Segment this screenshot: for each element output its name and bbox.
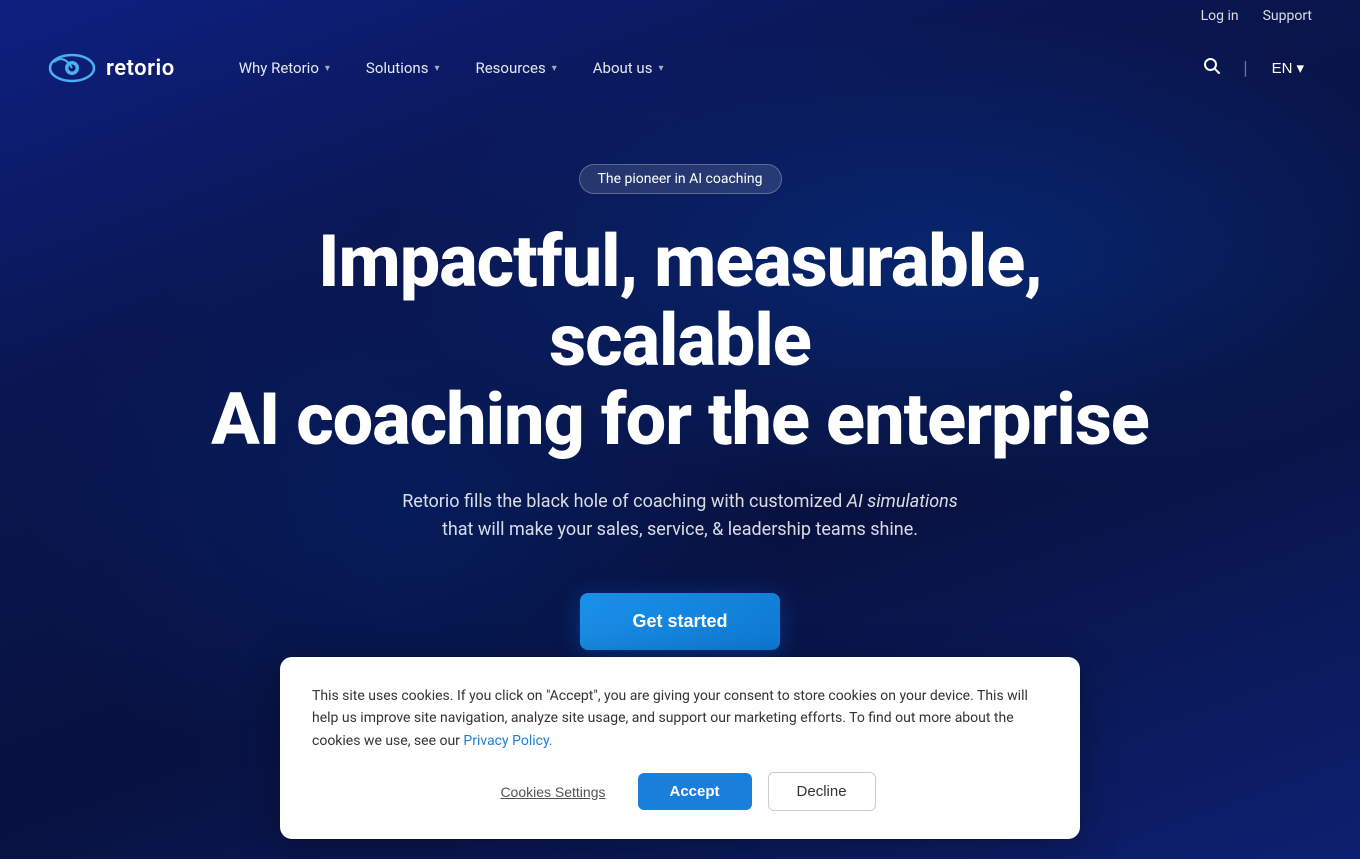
nav-item-solutions[interactable]: Solutions ▾ — [350, 51, 456, 85]
cookie-text: This site uses cookies. If you click on … — [312, 685, 1048, 752]
search-button[interactable] — [1197, 51, 1227, 86]
search-icon — [1203, 57, 1221, 75]
decline-button[interactable]: Decline — [768, 772, 876, 811]
chevron-down-icon: ▾ — [325, 63, 330, 74]
hero-headline: Impactful, measurable, scalable AI coach… — [180, 222, 1180, 460]
nav-right: | EN ▾ — [1197, 51, 1312, 86]
hero-subtext-suffix: that will make your sales, service, & le… — [442, 519, 918, 540]
hero-subtext-prefix: Retorio fills the black hole of coaching… — [402, 491, 847, 512]
chevron-down-icon: ▾ — [658, 63, 663, 74]
nav-item-resources[interactable]: Resources ▾ — [459, 51, 572, 85]
cookie-text-prefix: This site uses cookies. If you click on … — [312, 688, 1028, 749]
get-started-button[interactable]: Get started — [580, 593, 780, 650]
hero-headline-line2: AI coaching for the enterprise — [211, 377, 1149, 462]
nav-links: Why Retorio ▾ Solutions ▾ Resources ▾ Ab… — [223, 51, 1198, 85]
hero-subtext-italic: AI simulations — [847, 491, 958, 512]
logo-text: retorio — [106, 56, 175, 81]
nav-item-resources-label: Resources — [475, 59, 545, 77]
accept-button[interactable]: Accept — [638, 773, 752, 810]
nav-item-about-us-label: About us — [593, 59, 653, 77]
nav-item-why-retorio-label: Why Retorio — [239, 59, 319, 77]
login-link[interactable]: Log in — [1201, 8, 1239, 24]
cookie-banner: This site uses cookies. If you click on … — [280, 657, 1080, 839]
nav-item-solutions-label: Solutions — [366, 59, 429, 77]
nav-divider: | — [1243, 58, 1247, 79]
hero-headline-line1: Impactful, measurable, scalable — [318, 219, 1042, 383]
navbar: retorio Why Retorio ▾ Solutions ▾ Resour… — [0, 32, 1360, 104]
hero-section: The pioneer in AI coaching Impactful, me… — [0, 104, 1360, 690]
nav-item-about-us[interactable]: About us ▾ — [577, 51, 680, 85]
hero-subtext: Retorio fills the black hole of coaching… — [402, 488, 958, 546]
language-selector[interactable]: EN ▾ — [1264, 53, 1312, 83]
utility-bar: Log in Support — [0, 0, 1360, 32]
chevron-down-icon: ▾ — [552, 63, 557, 74]
privacy-policy-link[interactable]: Privacy Policy. — [463, 733, 552, 749]
logo[interactable]: retorio — [48, 52, 175, 84]
cookies-settings-button[interactable]: Cookies Settings — [484, 774, 621, 810]
chevron-down-icon: ▾ — [434, 63, 439, 74]
lang-chevron-icon: ▾ — [1296, 59, 1304, 77]
lang-label: EN — [1272, 60, 1293, 77]
cookie-actions: Cookies Settings Accept Decline — [312, 772, 1048, 811]
logo-icon — [48, 52, 96, 84]
support-link[interactable]: Support — [1263, 8, 1312, 24]
hero-badge: The pioneer in AI coaching — [579, 164, 782, 194]
nav-item-why-retorio[interactable]: Why Retorio ▾ — [223, 51, 346, 85]
